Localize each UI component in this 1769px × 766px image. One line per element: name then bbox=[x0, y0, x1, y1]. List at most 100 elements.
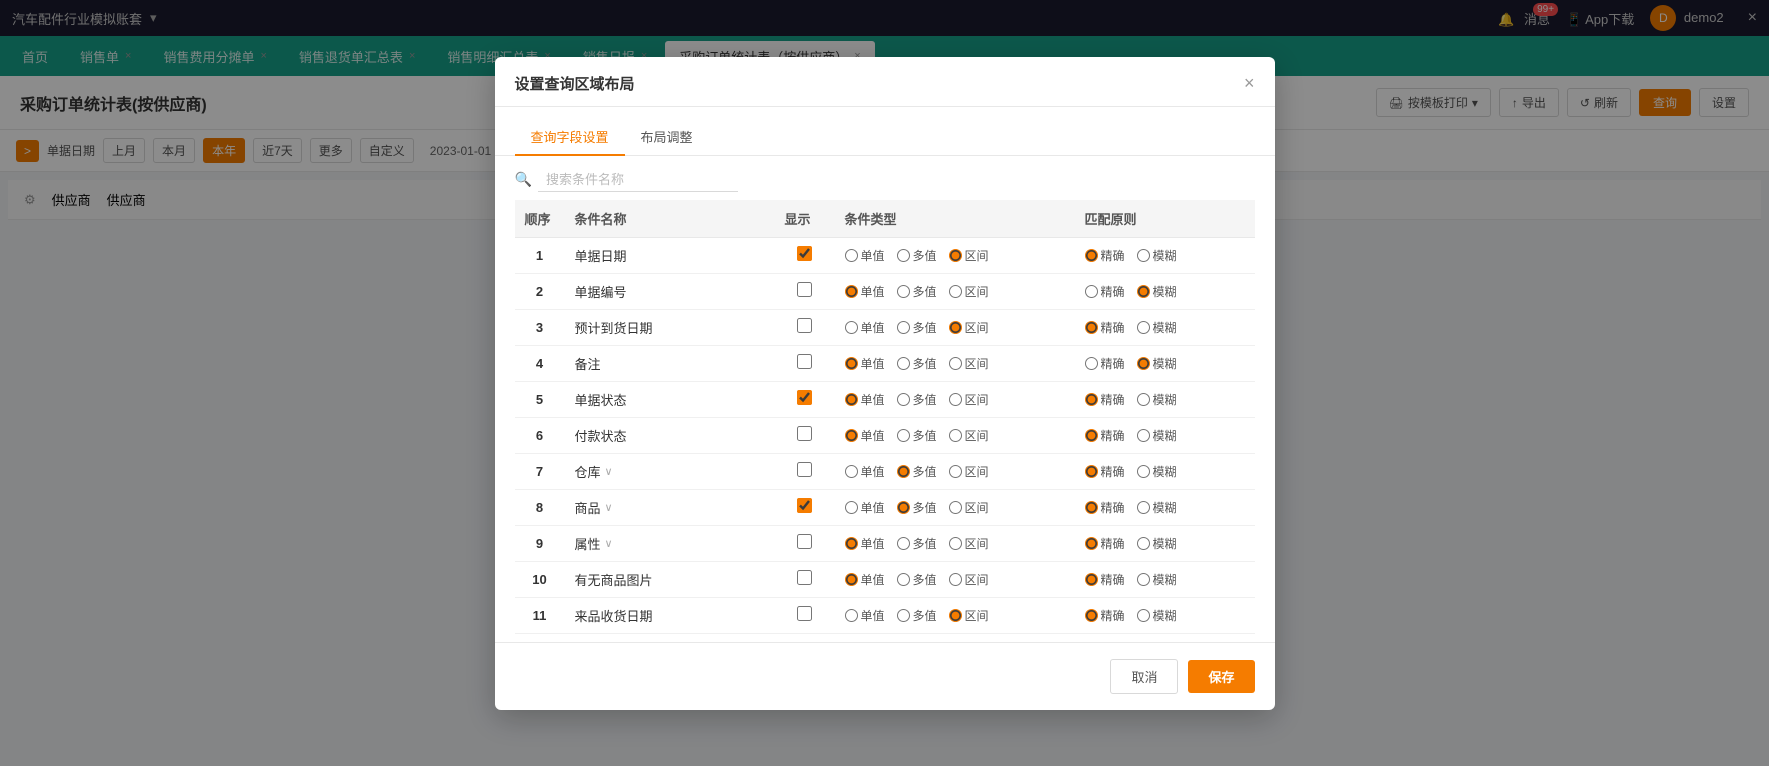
cell-display-4[interactable] bbox=[775, 381, 835, 417]
dialog-close-button[interactable]: × bbox=[1244, 74, 1255, 92]
type-option-区间-2[interactable]: 区间 bbox=[949, 319, 989, 336]
match-option-精确-10[interactable]: 精确 bbox=[1085, 607, 1125, 624]
match-radio-精确-7[interactable] bbox=[1085, 501, 1098, 514]
cell-display-2[interactable] bbox=[775, 309, 835, 345]
cell-display-5[interactable] bbox=[775, 417, 835, 453]
match-radio-模糊-9[interactable] bbox=[1137, 573, 1150, 586]
match-radio-模糊-3[interactable] bbox=[1137, 357, 1150, 370]
type-radio-多值-3[interactable] bbox=[897, 357, 910, 370]
match-radio-精确-10[interactable] bbox=[1085, 609, 1098, 622]
type-radio-单值-1[interactable] bbox=[845, 285, 858, 298]
type-option-区间-5[interactable]: 区间 bbox=[949, 427, 989, 444]
type-radio-多值-0[interactable] bbox=[897, 249, 910, 262]
match-option-精确-5[interactable]: 精确 bbox=[1085, 427, 1125, 444]
type-option-多值-7[interactable]: 多值 bbox=[897, 499, 937, 516]
match-option-模糊-4[interactable]: 模糊 bbox=[1137, 391, 1177, 408]
type-radio-单值-2[interactable] bbox=[845, 321, 858, 334]
display-checkbox-6[interactable] bbox=[797, 462, 812, 477]
type-radio-区间-0[interactable] bbox=[949, 249, 962, 262]
type-option-单值-0[interactable]: 单值 bbox=[845, 247, 885, 264]
type-radio-单值-9[interactable] bbox=[845, 573, 858, 586]
search-input[interactable] bbox=[538, 168, 738, 192]
match-option-精确-1[interactable]: 精确 bbox=[1085, 283, 1125, 300]
type-radio-多值-7[interactable] bbox=[897, 501, 910, 514]
type-option-单值-2[interactable]: 单值 bbox=[845, 319, 885, 336]
display-checkbox-1[interactable] bbox=[797, 282, 812, 297]
cell-name-7[interactable]: 商品 ∨ bbox=[565, 489, 775, 525]
type-radio-单值-4[interactable] bbox=[845, 393, 858, 406]
display-checkbox-9[interactable] bbox=[797, 570, 812, 585]
type-option-多值-1[interactable]: 多值 bbox=[897, 283, 937, 300]
display-checkbox-8[interactable] bbox=[797, 534, 812, 549]
type-option-单值-5[interactable]: 单值 bbox=[845, 427, 885, 444]
type-radio-区间-8[interactable] bbox=[949, 537, 962, 550]
type-option-多值-10[interactable]: 多值 bbox=[897, 607, 937, 624]
match-option-精确-4[interactable]: 精确 bbox=[1085, 391, 1125, 408]
match-radio-模糊-5[interactable] bbox=[1137, 429, 1150, 442]
type-radio-单值-7[interactable] bbox=[845, 501, 858, 514]
type-option-区间-9[interactable]: 区间 bbox=[949, 571, 989, 588]
match-option-模糊-9[interactable]: 模糊 bbox=[1137, 571, 1177, 588]
cell-display-0[interactable] bbox=[775, 237, 835, 273]
type-radio-单值-0[interactable] bbox=[845, 249, 858, 262]
match-radio-精确-8[interactable] bbox=[1085, 537, 1098, 550]
match-radio-模糊-1[interactable] bbox=[1137, 285, 1150, 298]
type-radio-区间-9[interactable] bbox=[949, 573, 962, 586]
type-radio-区间-6[interactable] bbox=[949, 465, 962, 478]
match-radio-模糊-7[interactable] bbox=[1137, 501, 1150, 514]
type-radio-区间-7[interactable] bbox=[949, 501, 962, 514]
match-radio-模糊-8[interactable] bbox=[1137, 537, 1150, 550]
type-option-区间-1[interactable]: 区间 bbox=[949, 283, 989, 300]
match-option-模糊-7[interactable]: 模糊 bbox=[1137, 499, 1177, 516]
cell-display-1[interactable] bbox=[775, 273, 835, 309]
type-option-单值-3[interactable]: 单值 bbox=[845, 355, 885, 372]
type-option-多值-9[interactable]: 多值 bbox=[897, 571, 937, 588]
match-option-模糊-10[interactable]: 模糊 bbox=[1137, 607, 1177, 624]
cell-display-7[interactable] bbox=[775, 489, 835, 525]
match-radio-模糊-4[interactable] bbox=[1137, 393, 1150, 406]
type-option-单值-8[interactable]: 单值 bbox=[845, 535, 885, 552]
cell-display-6[interactable] bbox=[775, 453, 835, 489]
match-radio-模糊-6[interactable] bbox=[1137, 465, 1150, 478]
type-option-多值-6[interactable]: 多值 bbox=[897, 463, 937, 480]
cell-display-8[interactable] bbox=[775, 525, 835, 561]
cancel-button[interactable]: 取消 bbox=[1110, 659, 1178, 694]
match-option-模糊-6[interactable]: 模糊 bbox=[1137, 463, 1177, 480]
dialog-tab-fields[interactable]: 查询字段设置 bbox=[515, 119, 625, 156]
cell-display-3[interactable] bbox=[775, 345, 835, 381]
match-option-模糊-0[interactable]: 模糊 bbox=[1137, 247, 1177, 264]
match-radio-模糊-0[interactable] bbox=[1137, 249, 1150, 262]
match-radio-模糊-2[interactable] bbox=[1137, 321, 1150, 334]
type-option-单值-1[interactable]: 单值 bbox=[845, 283, 885, 300]
type-radio-多值-4[interactable] bbox=[897, 393, 910, 406]
type-radio-单值-6[interactable] bbox=[845, 465, 858, 478]
type-radio-多值-9[interactable] bbox=[897, 573, 910, 586]
display-checkbox-3[interactable] bbox=[797, 354, 812, 369]
display-checkbox-0[interactable] bbox=[797, 246, 812, 261]
match-radio-精确-4[interactable] bbox=[1085, 393, 1098, 406]
match-option-精确-9[interactable]: 精确 bbox=[1085, 571, 1125, 588]
type-option-区间-0[interactable]: 区间 bbox=[949, 247, 989, 264]
type-option-单值-10[interactable]: 单值 bbox=[845, 607, 885, 624]
match-option-精确-3[interactable]: 精确 bbox=[1085, 355, 1125, 372]
display-checkbox-5[interactable] bbox=[797, 426, 812, 441]
cell-name-8[interactable]: 属性 ∨ bbox=[565, 525, 775, 561]
match-option-模糊-2[interactable]: 模糊 bbox=[1137, 319, 1177, 336]
expand-icon[interactable]: ∨ bbox=[605, 501, 613, 514]
match-option-模糊-3[interactable]: 模糊 bbox=[1137, 355, 1177, 372]
cell-name-6[interactable]: 仓库 ∨ bbox=[565, 453, 775, 489]
match-option-精确-2[interactable]: 精确 bbox=[1085, 319, 1125, 336]
type-option-区间-6[interactable]: 区间 bbox=[949, 463, 989, 480]
match-option-精确-6[interactable]: 精确 bbox=[1085, 463, 1125, 480]
expand-icon[interactable]: ∨ bbox=[605, 465, 613, 478]
type-option-区间-3[interactable]: 区间 bbox=[949, 355, 989, 372]
cell-display-10[interactable] bbox=[775, 597, 835, 633]
match-radio-精确-9[interactable] bbox=[1085, 573, 1098, 586]
type-radio-区间-2[interactable] bbox=[949, 321, 962, 334]
match-radio-模糊-10[interactable] bbox=[1137, 609, 1150, 622]
type-option-多值-0[interactable]: 多值 bbox=[897, 247, 937, 264]
type-option-单值-6[interactable]: 单值 bbox=[845, 463, 885, 480]
type-radio-区间-3[interactable] bbox=[949, 357, 962, 370]
type-radio-区间-5[interactable] bbox=[949, 429, 962, 442]
match-radio-精确-1[interactable] bbox=[1085, 285, 1098, 298]
